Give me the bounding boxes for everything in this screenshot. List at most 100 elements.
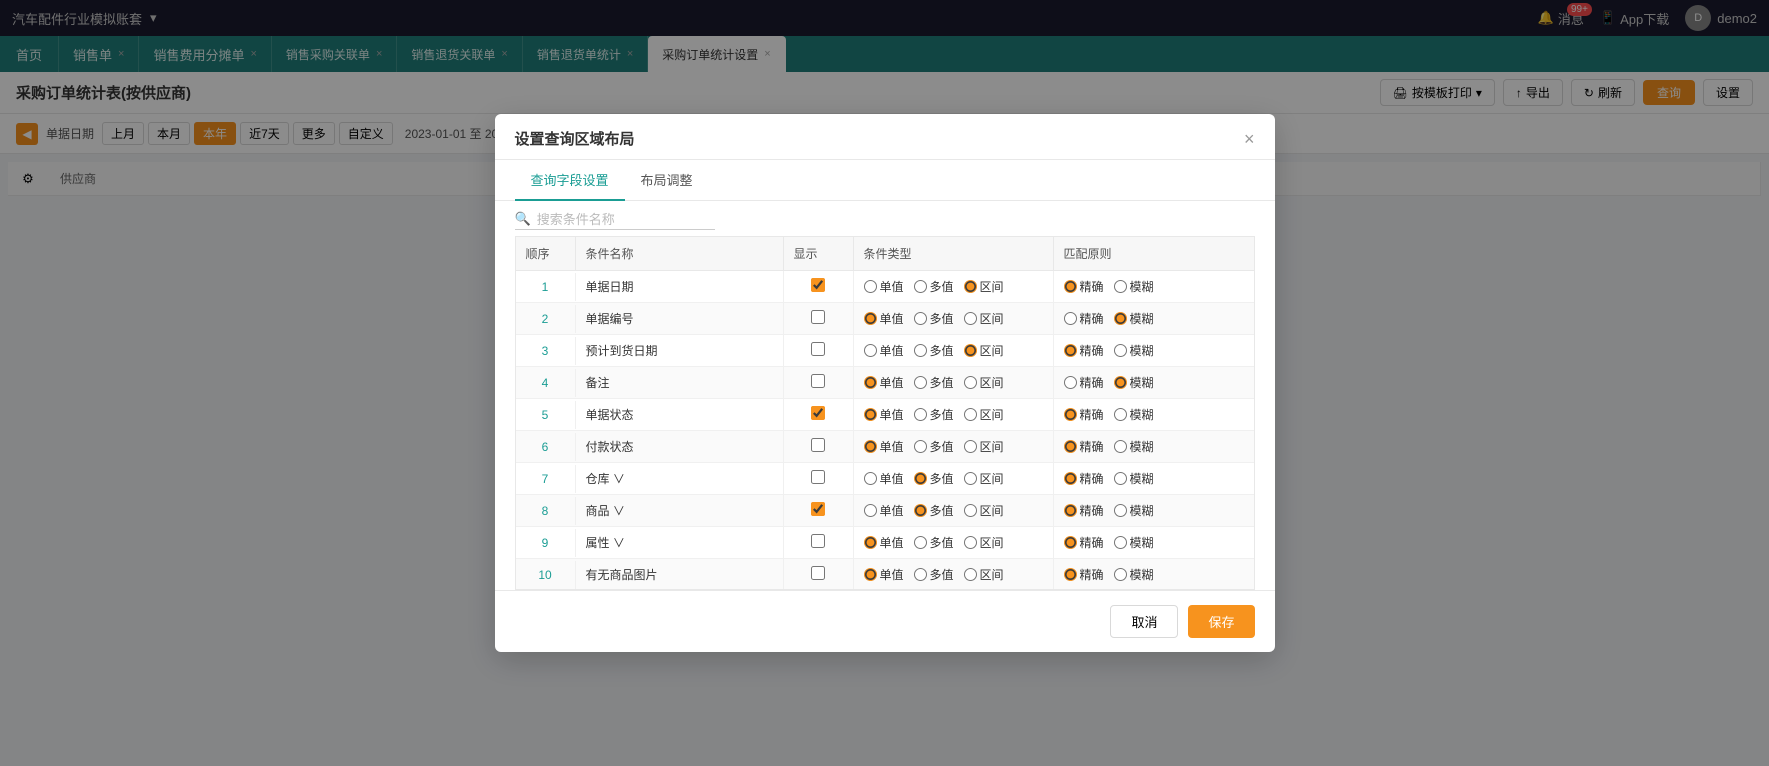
cell-name: 备注 xyxy=(576,367,784,398)
save-button[interactable]: 保存 xyxy=(1188,605,1254,638)
type-radio-item[interactable]: 单值 xyxy=(864,534,904,551)
match-radio-item[interactable]: 模糊 xyxy=(1114,342,1154,359)
display-checkbox[interactable] xyxy=(811,534,825,548)
cell-order: 5 xyxy=(516,401,576,429)
display-checkbox[interactable] xyxy=(811,566,825,580)
cell-display[interactable] xyxy=(784,463,854,494)
display-checkbox[interactable] xyxy=(811,502,825,516)
dialog-table-header: 顺序 条件名称 显示 条件类型 匹配原则 xyxy=(515,236,1255,270)
type-radio-item[interactable]: 区间 xyxy=(964,310,1004,327)
search-wrap: 🔍 xyxy=(515,211,715,230)
cell-display[interactable] xyxy=(784,271,854,302)
type-radio-item[interactable]: 单值 xyxy=(864,342,904,359)
cell-match: 精确模糊 xyxy=(1054,495,1254,526)
match-radio-item[interactable]: 模糊 xyxy=(1114,310,1154,327)
table-row: 1单据日期单值多值区间精确模糊 xyxy=(516,271,1254,303)
cell-display[interactable] xyxy=(784,559,854,590)
type-radio-item[interactable]: 多值 xyxy=(914,566,954,583)
type-radio-item[interactable]: 单值 xyxy=(864,310,904,327)
match-radio-item[interactable]: 精确 xyxy=(1064,470,1104,487)
type-radio-item[interactable]: 区间 xyxy=(964,534,1004,551)
cell-display[interactable] xyxy=(784,335,854,366)
match-radio-item[interactable]: 精确 xyxy=(1064,310,1104,327)
type-radio-item[interactable]: 单值 xyxy=(864,502,904,519)
dialog-close-btn[interactable]: × xyxy=(1244,130,1255,148)
display-checkbox[interactable] xyxy=(811,406,825,420)
match-radio-item[interactable]: 模糊 xyxy=(1114,502,1154,519)
type-radio-item[interactable]: 多值 xyxy=(914,406,954,423)
dialog-search-area: 🔍 xyxy=(495,201,1275,236)
cell-type: 单值多值区间 xyxy=(854,463,1054,494)
type-radio-item[interactable]: 单值 xyxy=(864,374,904,391)
display-checkbox[interactable] xyxy=(811,342,825,356)
type-radio-item[interactable]: 单值 xyxy=(864,470,904,487)
match-radio-item[interactable]: 模糊 xyxy=(1114,278,1154,295)
display-checkbox[interactable] xyxy=(811,438,825,452)
match-radio-item[interactable]: 模糊 xyxy=(1114,438,1154,455)
match-radio-item[interactable]: 精确 xyxy=(1064,374,1104,391)
cell-type: 单值多值区间 xyxy=(854,271,1054,302)
match-radio-item[interactable]: 模糊 xyxy=(1114,534,1154,551)
type-radio-item[interactable]: 区间 xyxy=(964,406,1004,423)
dialog-table: 顺序 条件名称 显示 条件类型 匹配原则 1单据日期单值多值区间精确模糊2单据编… xyxy=(495,236,1275,590)
type-radio-item[interactable]: 多值 xyxy=(914,310,954,327)
display-checkbox[interactable] xyxy=(811,310,825,324)
match-radio-item[interactable]: 精确 xyxy=(1064,278,1104,295)
match-radio-item[interactable]: 精确 xyxy=(1064,566,1104,583)
cell-match: 精确模糊 xyxy=(1054,431,1254,462)
cell-display[interactable] xyxy=(784,495,854,526)
table-row: 2单据编号单值多值区间精确模糊 xyxy=(516,303,1254,335)
dialog-header: 设置查询区域布局 × xyxy=(495,114,1275,160)
match-radio-item[interactable]: 精确 xyxy=(1064,502,1104,519)
cell-order: 8 xyxy=(516,497,576,525)
match-radio-item[interactable]: 模糊 xyxy=(1114,470,1154,487)
cell-order: 7 xyxy=(516,465,576,493)
search-input[interactable] xyxy=(537,212,697,227)
display-checkbox[interactable] xyxy=(811,470,825,484)
cell-match: 精确模糊 xyxy=(1054,303,1254,334)
cell-type: 单值多值区间 xyxy=(854,527,1054,558)
display-checkbox[interactable] xyxy=(811,278,825,292)
type-radio-item[interactable]: 单值 xyxy=(864,278,904,295)
table-row: 7仓库 ∨单值多值区间精确模糊 xyxy=(516,463,1254,495)
cell-name: 预计到货日期 xyxy=(576,335,784,366)
th-match: 匹配原则 xyxy=(1054,237,1254,270)
type-radio-item[interactable]: 多值 xyxy=(914,438,954,455)
type-radio-item[interactable]: 区间 xyxy=(964,278,1004,295)
dialog-footer: 取消 保存 xyxy=(495,590,1275,652)
match-radio-item[interactable]: 精确 xyxy=(1064,438,1104,455)
tab-query-fields[interactable]: 查询字段设置 xyxy=(515,160,625,201)
type-radio-item[interactable]: 区间 xyxy=(964,374,1004,391)
cell-display[interactable] xyxy=(784,367,854,398)
type-radio-item[interactable]: 单值 xyxy=(864,438,904,455)
type-radio-item[interactable]: 区间 xyxy=(964,438,1004,455)
cell-display[interactable] xyxy=(784,527,854,558)
cancel-button[interactable]: 取消 xyxy=(1110,605,1178,638)
display-checkbox[interactable] xyxy=(811,374,825,388)
match-radio-item[interactable]: 模糊 xyxy=(1114,374,1154,391)
type-radio-item[interactable]: 多值 xyxy=(914,502,954,519)
match-radio-item[interactable]: 模糊 xyxy=(1114,406,1154,423)
match-radio-item[interactable]: 精确 xyxy=(1064,406,1104,423)
cell-display[interactable] xyxy=(784,399,854,430)
match-radio-item[interactable]: 精确 xyxy=(1064,342,1104,359)
type-radio-item[interactable]: 区间 xyxy=(964,470,1004,487)
type-radio-item[interactable]: 多值 xyxy=(914,342,954,359)
modal-overlay: 设置查询区域布局 × 查询字段设置 布局调整 🔍 顺序 条件名称 显示 条件类型… xyxy=(0,0,1769,766)
type-radio-item[interactable]: 区间 xyxy=(964,342,1004,359)
cell-display[interactable] xyxy=(784,303,854,334)
settings-dialog: 设置查询区域布局 × 查询字段设置 布局调整 🔍 顺序 条件名称 显示 条件类型… xyxy=(495,114,1275,652)
match-radio-item[interactable]: 模糊 xyxy=(1114,566,1154,583)
match-radio-item[interactable]: 精确 xyxy=(1064,534,1104,551)
type-radio-item[interactable]: 多值 xyxy=(914,534,954,551)
type-radio-item[interactable]: 多值 xyxy=(914,278,954,295)
type-radio-item[interactable]: 单值 xyxy=(864,406,904,423)
type-radio-item[interactable]: 区间 xyxy=(964,502,1004,519)
th-type: 条件类型 xyxy=(854,237,1054,270)
type-radio-item[interactable]: 单值 xyxy=(864,566,904,583)
type-radio-item[interactable]: 多值 xyxy=(914,374,954,391)
type-radio-item[interactable]: 多值 xyxy=(914,470,954,487)
cell-display[interactable] xyxy=(784,431,854,462)
type-radio-item[interactable]: 区间 xyxy=(964,566,1004,583)
tab-layout-adjust[interactable]: 布局调整 xyxy=(625,160,709,201)
